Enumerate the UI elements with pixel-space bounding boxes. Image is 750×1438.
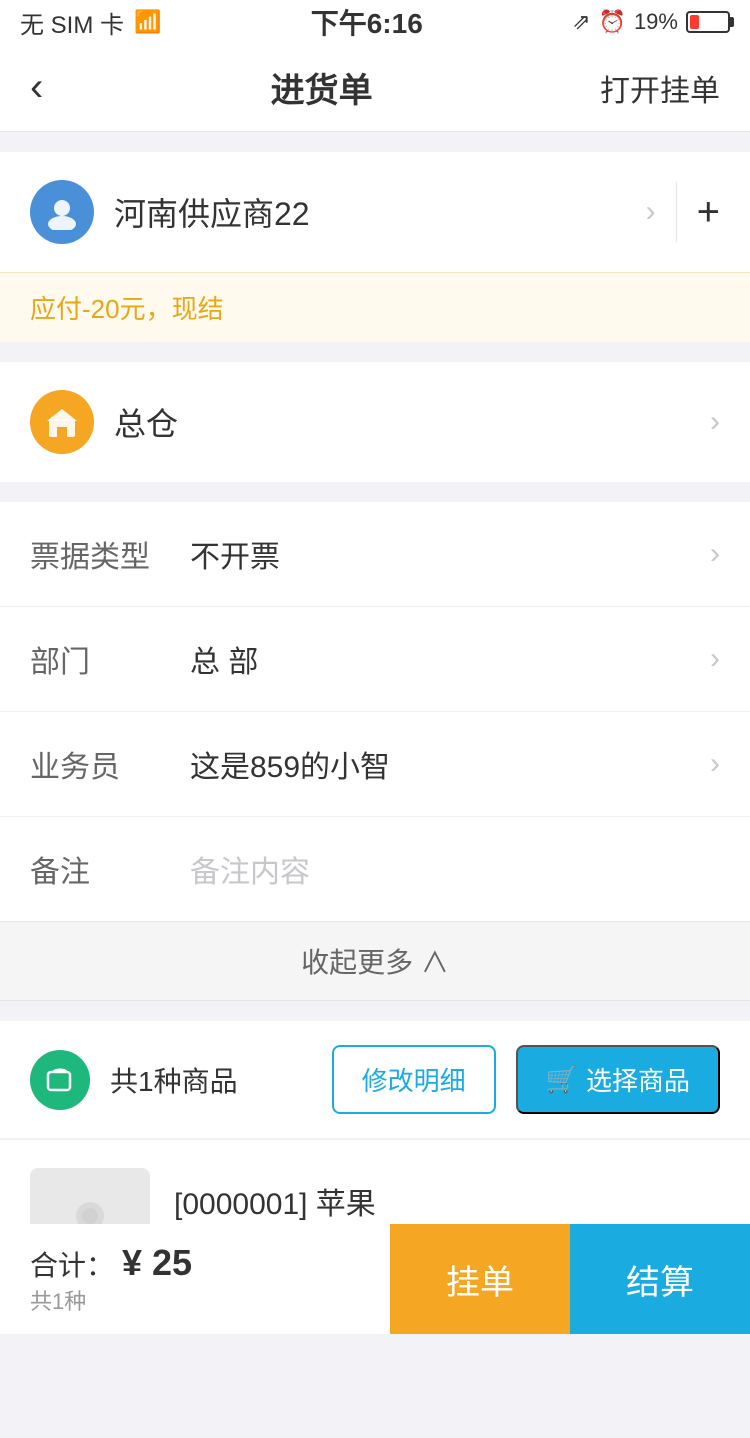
status-left: 无 SIM 卡 📶: [20, 5, 161, 40]
select-product-label: 选择商品: [586, 1061, 690, 1098]
supplier-section: 河南供应商22 › + 应付-20元，现结: [0, 152, 750, 342]
department-row[interactable]: 部门 总 部 ›: [0, 607, 750, 712]
invoice-type-label: 票据类型: [30, 532, 190, 576]
salesperson-label: 业务员: [30, 742, 190, 786]
location-icon: ⇗: [572, 9, 590, 35]
warehouse-icon: [30, 390, 94, 454]
salesperson-row[interactable]: 业务员 这是859的小智 ›: [0, 712, 750, 817]
product-header: 共1种商品 修改明细 🛒 选择商品: [0, 1021, 750, 1138]
collapse-label: 收起更多 ∧: [301, 941, 449, 981]
total-amount: ¥ 25: [122, 1242, 192, 1284]
salesperson-value: 这是859的小智: [190, 742, 710, 786]
form-section: 票据类型 不开票 › 部门 总 部 › 业务员 这是859的小智 › 备注 备注…: [0, 502, 750, 921]
nav-bar: ‹ 进货单 打开挂单: [0, 44, 750, 132]
status-right: ⇗ ⏰ 19%: [572, 9, 730, 35]
cart-icon: 🛒: [546, 1064, 578, 1095]
product-name: [0000001] 苹果: [174, 1179, 646, 1223]
alert-bar: 应付-20元，现结: [0, 272, 750, 342]
select-product-button[interactable]: 🛒 选择商品: [516, 1045, 720, 1114]
page-title: 进货单: [271, 63, 373, 112]
gap-1: [0, 132, 750, 152]
open-hang-button[interactable]: 打开挂单: [600, 66, 720, 110]
supplier-name: 河南供应商22: [114, 189, 646, 235]
chevron-right-icon: ›: [710, 747, 720, 781]
hang-label: 挂单: [446, 1255, 514, 1304]
battery-label: 19%: [634, 9, 678, 35]
warehouse-name: 总仓: [114, 399, 710, 445]
supplier-row[interactable]: 河南供应商22 › +: [0, 152, 750, 272]
remark-value[interactable]: 备注内容: [190, 847, 720, 891]
product-count-text: 共1种商品: [110, 1060, 312, 1100]
warehouse-section: 总仓 ›: [0, 362, 750, 482]
avatar: [30, 180, 94, 244]
alarm-icon: ⏰: [599, 9, 626, 35]
alert-text: 应付-20元，现结: [30, 294, 224, 324]
hang-button[interactable]: 挂单: [390, 1224, 570, 1334]
product-code: [0000001]: [174, 1188, 316, 1221]
edit-detail-button[interactable]: 修改明细: [332, 1045, 496, 1114]
add-button[interactable]: +: [697, 190, 720, 235]
remark-row[interactable]: 备注 备注内容: [0, 817, 750, 921]
gap-3: [0, 482, 750, 502]
collapse-bar[interactable]: 收起更多 ∧: [0, 921, 750, 1001]
remark-label: 备注: [30, 847, 190, 891]
chevron-right-icon: ›: [710, 537, 720, 571]
battery-icon: [686, 11, 730, 33]
warehouse-row[interactable]: 总仓 ›: [0, 362, 750, 482]
total-section: 合计： ¥ 25 共1种: [0, 1224, 390, 1334]
chevron-right-icon: ›: [646, 195, 656, 229]
wifi-icon: 📶: [134, 9, 161, 35]
checkout-button[interactable]: 结算: [570, 1224, 750, 1334]
product-count-icon: [30, 1050, 90, 1110]
total-sub: 共1种: [30, 1284, 360, 1316]
product-title: 苹果: [316, 1188, 376, 1221]
carrier-label: 无 SIM 卡: [20, 5, 124, 40]
gap-4: [0, 1001, 750, 1021]
chevron-right-icon: ›: [710, 405, 720, 439]
invoice-type-value: 不开票: [190, 532, 710, 576]
time-label: 下午6:16: [311, 2, 423, 42]
back-button[interactable]: ‹: [30, 65, 43, 110]
total-label: 合计：: [30, 1244, 114, 1284]
bottom-bar: 合计： ¥ 25 共1种 挂单 结算: [0, 1224, 750, 1334]
department-value: 总 部: [190, 637, 710, 681]
department-label: 部门: [30, 637, 190, 681]
status-bar: 无 SIM 卡 📶 下午6:16 ⇗ ⏰ 19%: [0, 0, 750, 44]
bottom-spacer: [0, 1318, 750, 1438]
gap-2: [0, 342, 750, 362]
chevron-right-icon: ›: [710, 642, 720, 676]
checkout-label: 结算: [626, 1255, 694, 1304]
invoice-type-row[interactable]: 票据类型 不开票 ›: [0, 502, 750, 607]
divider: [676, 182, 677, 242]
